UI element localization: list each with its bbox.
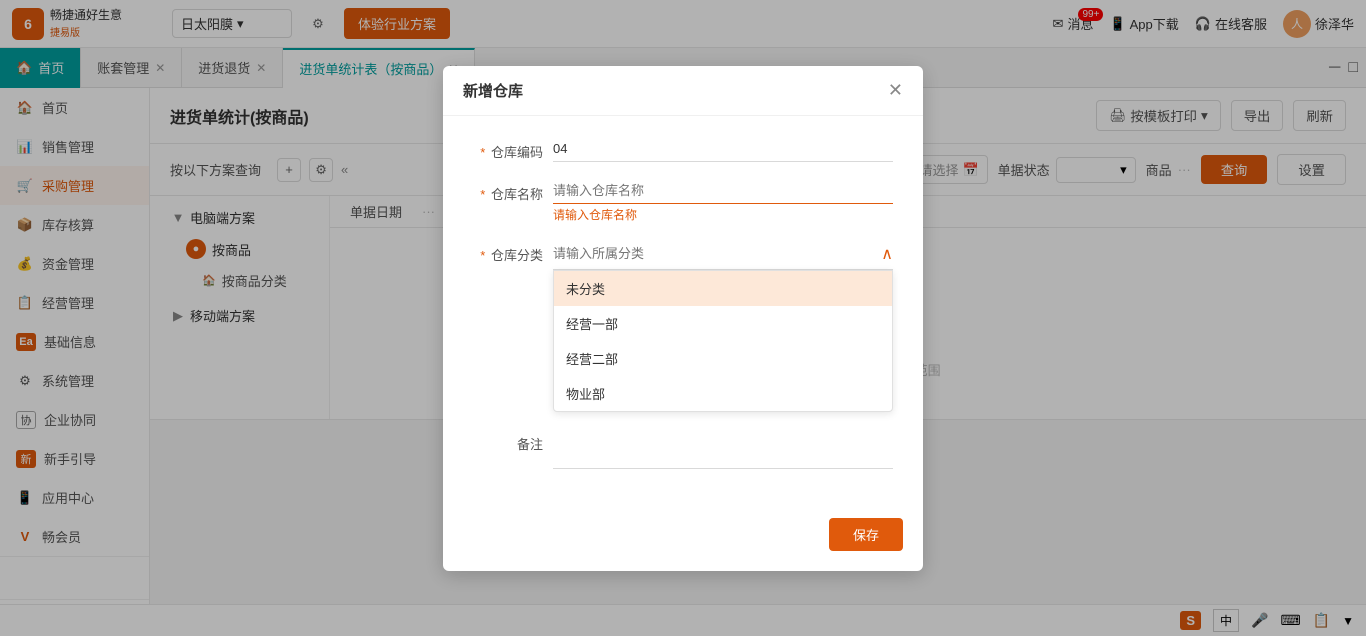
name-label: * 仓库名称 (473, 178, 543, 203)
dropdown-item-dept1[interactable]: 经营一部 (554, 306, 892, 341)
name-label-text: 仓库名称 (491, 187, 543, 202)
required-mark2: * (480, 187, 485, 202)
dialog-close-button[interactable]: ✕ (888, 80, 903, 101)
dialog-body: * 仓库编码 * 仓库名称 请输入仓库名称 (443, 116, 923, 508)
note-textarea[interactable] (553, 428, 893, 469)
code-label: * 仓库编码 (473, 136, 543, 161)
category-field: ∧ 未分类 经营一部 经营二部 物业部 (553, 239, 893, 412)
dialog-add-warehouse: 新增仓库 ✕ * 仓库编码 * 仓库名称 (443, 66, 923, 571)
category-input[interactable] (553, 246, 881, 261)
name-error-msg: 请输入仓库名称 (553, 206, 893, 223)
form-row-note: 备注 (473, 428, 893, 472)
category-label: * 仓库分类 (473, 239, 543, 264)
note-label-text: 备注 (517, 437, 543, 452)
modal-overlay: 新增仓库 ✕ * 仓库编码 * 仓库名称 (0, 0, 1366, 636)
dialog-title: 新增仓库 (463, 80, 523, 101)
required-mark: * (480, 145, 485, 160)
save-button[interactable]: 保存 (829, 518, 903, 551)
dropdown-item-dept2[interactable]: 经营二部 (554, 341, 892, 376)
note-field (553, 428, 893, 472)
dropdown-item-none[interactable]: 未分类 (554, 271, 892, 306)
category-dropdown: 未分类 经营一部 经营二部 物业部 (553, 270, 893, 412)
dialog-header: 新增仓库 ✕ (443, 66, 923, 116)
dropdown-item-property[interactable]: 物业部 (554, 376, 892, 411)
code-label-text: 仓库编码 (491, 145, 543, 160)
dialog-footer: 保存 (443, 508, 923, 571)
name-field: 请输入仓库名称 (553, 178, 893, 223)
form-row-category: * 仓库分类 ∧ 未分类 经营一部 经营二部 物业部 (473, 239, 893, 412)
code-field (553, 136, 893, 162)
code-input[interactable] (553, 136, 893, 162)
category-selector[interactable]: ∧ (553, 239, 893, 270)
name-input[interactable] (553, 178, 893, 204)
form-row-name: * 仓库名称 请输入仓库名称 (473, 178, 893, 223)
required-mark3: * (480, 248, 485, 263)
form-row-code: * 仓库编码 (473, 136, 893, 162)
note-label: 备注 (473, 428, 543, 453)
chevron-up-icon[interactable]: ∧ (881, 244, 893, 264)
category-label-text: 仓库分类 (491, 248, 543, 263)
